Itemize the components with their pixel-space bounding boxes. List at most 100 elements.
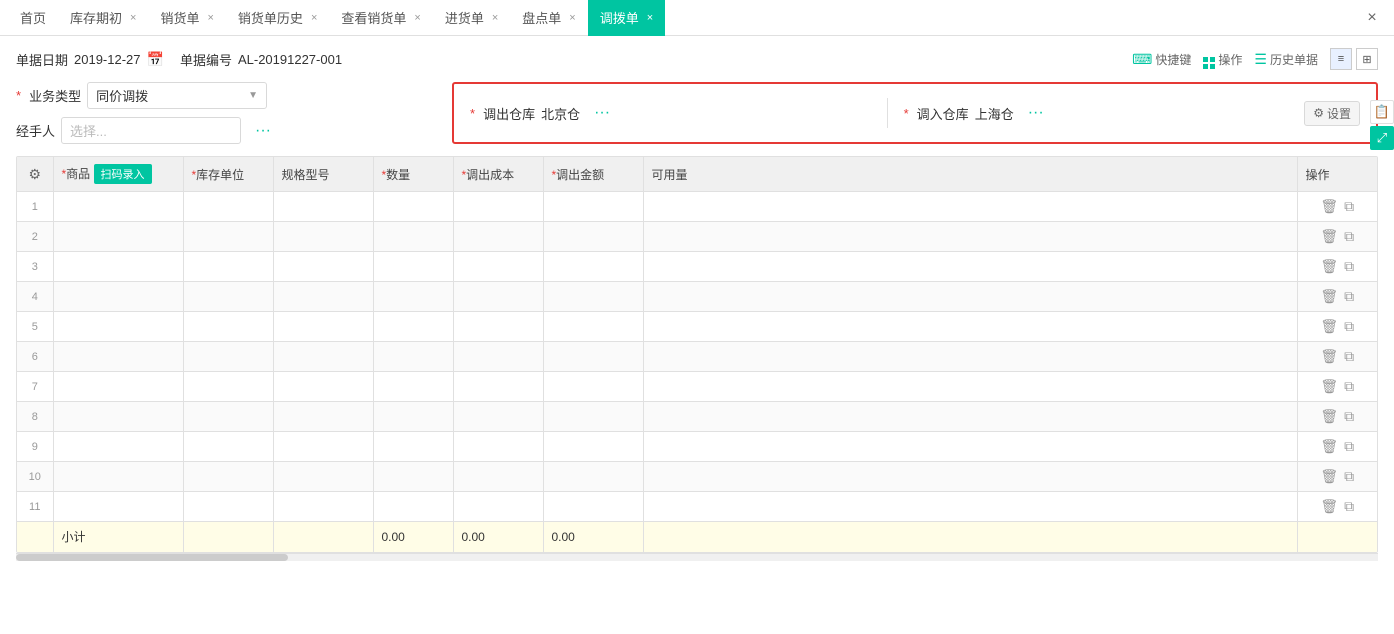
- row-8-unit[interactable]: [183, 402, 273, 432]
- person-select[interactable]: 选择...: [61, 117, 241, 144]
- tab-close-view-sales[interactable]: ×: [414, 12, 420, 24]
- row-10-copy-icon[interactable]: ⧉: [1344, 468, 1354, 485]
- row-7-cost[interactable]: [453, 372, 543, 402]
- row-4-copy-icon[interactable]: ⧉: [1344, 288, 1354, 305]
- row-11-spec[interactable]: [273, 492, 373, 522]
- row-11-cost[interactable]: [453, 492, 543, 522]
- row-4-avail[interactable]: [643, 282, 1297, 312]
- row-5-qty[interactable]: [373, 312, 453, 342]
- row-6-avail[interactable]: [643, 342, 1297, 372]
- row-11-product[interactable]: [53, 492, 183, 522]
- row-2-cost[interactable]: [453, 222, 543, 252]
- row-9-cost[interactable]: [453, 432, 543, 462]
- row-5-cost[interactable]: [453, 312, 543, 342]
- row-3-qty[interactable]: [373, 252, 453, 282]
- row-1-product[interactable]: [53, 192, 183, 222]
- tab-close-inventory-init[interactable]: ×: [130, 12, 136, 24]
- row-2-unit[interactable]: [183, 222, 273, 252]
- row-2-product[interactable]: [53, 222, 183, 252]
- row-2-avail[interactable]: [643, 222, 1297, 252]
- row-3-amount[interactable]: [543, 252, 643, 282]
- row-8-amount[interactable]: [543, 402, 643, 432]
- row-7-unit[interactable]: [183, 372, 273, 402]
- row-5-avail[interactable]: [643, 312, 1297, 342]
- row-10-qty[interactable]: [373, 462, 453, 492]
- row-5-copy-icon[interactable]: ⧉: [1344, 318, 1354, 335]
- row-6-spec[interactable]: [273, 342, 373, 372]
- row-9-unit[interactable]: [183, 432, 273, 462]
- row-4-amount[interactable]: [543, 282, 643, 312]
- row-6-qty[interactable]: [373, 342, 453, 372]
- tab-stocktake[interactable]: 盘点单 ×: [510, 0, 587, 36]
- row-2-amount[interactable]: [543, 222, 643, 252]
- row-3-product[interactable]: [53, 252, 183, 282]
- row-6-copy-icon[interactable]: ⧉: [1344, 348, 1354, 365]
- window-close-button[interactable]: ×: [1358, 4, 1386, 32]
- row-8-product[interactable]: [53, 402, 183, 432]
- row-6-unit[interactable]: [183, 342, 273, 372]
- row-9-avail[interactable]: [643, 432, 1297, 462]
- row-11-delete-icon[interactable]: 🗑: [1320, 498, 1338, 515]
- row-8-spec[interactable]: [273, 402, 373, 432]
- row-1-copy-icon[interactable]: ⧉: [1344, 198, 1354, 215]
- shortcut-button[interactable]: ⌨ 快捷键: [1132, 51, 1191, 68]
- row-3-delete-icon[interactable]: 🗑: [1320, 258, 1338, 275]
- row-3-spec[interactable]: [273, 252, 373, 282]
- row-4-spec[interactable]: [273, 282, 373, 312]
- row-7-copy-icon[interactable]: ⧉: [1344, 378, 1354, 395]
- history-button[interactable]: ☰ 历史单据: [1254, 51, 1318, 68]
- row-11-copy-icon[interactable]: ⧉: [1344, 498, 1354, 515]
- row-8-delete-icon[interactable]: 🗑: [1320, 408, 1338, 425]
- row-10-amount[interactable]: [543, 462, 643, 492]
- row-3-cost[interactable]: [453, 252, 543, 282]
- tab-view-sales[interactable]: 查看销货单 ×: [329, 0, 432, 36]
- row-4-delete-icon[interactable]: 🗑: [1320, 288, 1338, 305]
- tab-sales-history[interactable]: 销货单历史 ×: [226, 0, 329, 36]
- row-9-product[interactable]: [53, 432, 183, 462]
- row-1-amount[interactable]: [543, 192, 643, 222]
- tab-close-transfer[interactable]: ×: [647, 12, 653, 24]
- row-8-cost[interactable]: [453, 402, 543, 432]
- operation-button[interactable]: 操作: [1203, 49, 1242, 69]
- row-6-product[interactable]: [53, 342, 183, 372]
- panel-expand-icon[interactable]: ⤢: [1370, 126, 1394, 150]
- panel-notes-icon[interactable]: 📋: [1370, 100, 1394, 124]
- row-3-avail[interactable]: [643, 252, 1297, 282]
- row-4-product[interactable]: [53, 282, 183, 312]
- row-7-spec[interactable]: [273, 372, 373, 402]
- tab-sales-order[interactable]: 销货单 ×: [148, 0, 225, 36]
- row-1-cost[interactable]: [453, 192, 543, 222]
- tab-close-sales-order[interactable]: ×: [207, 12, 213, 24]
- row-1-delete-icon[interactable]: 🗑: [1320, 198, 1338, 215]
- row-8-copy-icon[interactable]: ⧉: [1344, 408, 1354, 425]
- tab-close-sales-history[interactable]: ×: [311, 12, 317, 24]
- biz-type-select[interactable]: 同价调拨 ▼: [87, 82, 267, 109]
- table-settings-gear-icon[interactable]: ⚙: [28, 166, 41, 182]
- row-2-spec[interactable]: [273, 222, 373, 252]
- tab-close-purchase[interactable]: ×: [492, 12, 498, 24]
- row-11-avail[interactable]: [643, 492, 1297, 522]
- row-10-delete-icon[interactable]: 🗑: [1320, 468, 1338, 485]
- row-4-unit[interactable]: [183, 282, 273, 312]
- row-11-amount[interactable]: [543, 492, 643, 522]
- row-5-spec[interactable]: [273, 312, 373, 342]
- row-6-cost[interactable]: [453, 342, 543, 372]
- row-9-qty[interactable]: [373, 432, 453, 462]
- row-2-copy-icon[interactable]: ⧉: [1344, 228, 1354, 245]
- row-10-product[interactable]: [53, 462, 183, 492]
- row-10-avail[interactable]: [643, 462, 1297, 492]
- row-4-qty[interactable]: [373, 282, 453, 312]
- scroll-thumb[interactable]: [16, 554, 288, 561]
- row-8-avail[interactable]: [643, 402, 1297, 432]
- row-5-product[interactable]: [53, 312, 183, 342]
- row-1-avail[interactable]: [643, 192, 1297, 222]
- grid-view-button[interactable]: ⊞: [1356, 48, 1378, 70]
- row-10-spec[interactable]: [273, 462, 373, 492]
- row-3-unit[interactable]: [183, 252, 273, 282]
- row-11-unit[interactable]: [183, 492, 273, 522]
- list-view-button[interactable]: ≡: [1330, 48, 1352, 70]
- row-7-delete-icon[interactable]: 🗑: [1320, 378, 1338, 395]
- in-warehouse-more-icon[interactable]: ···: [1028, 104, 1044, 122]
- row-7-amount[interactable]: [543, 372, 643, 402]
- row-7-avail[interactable]: [643, 372, 1297, 402]
